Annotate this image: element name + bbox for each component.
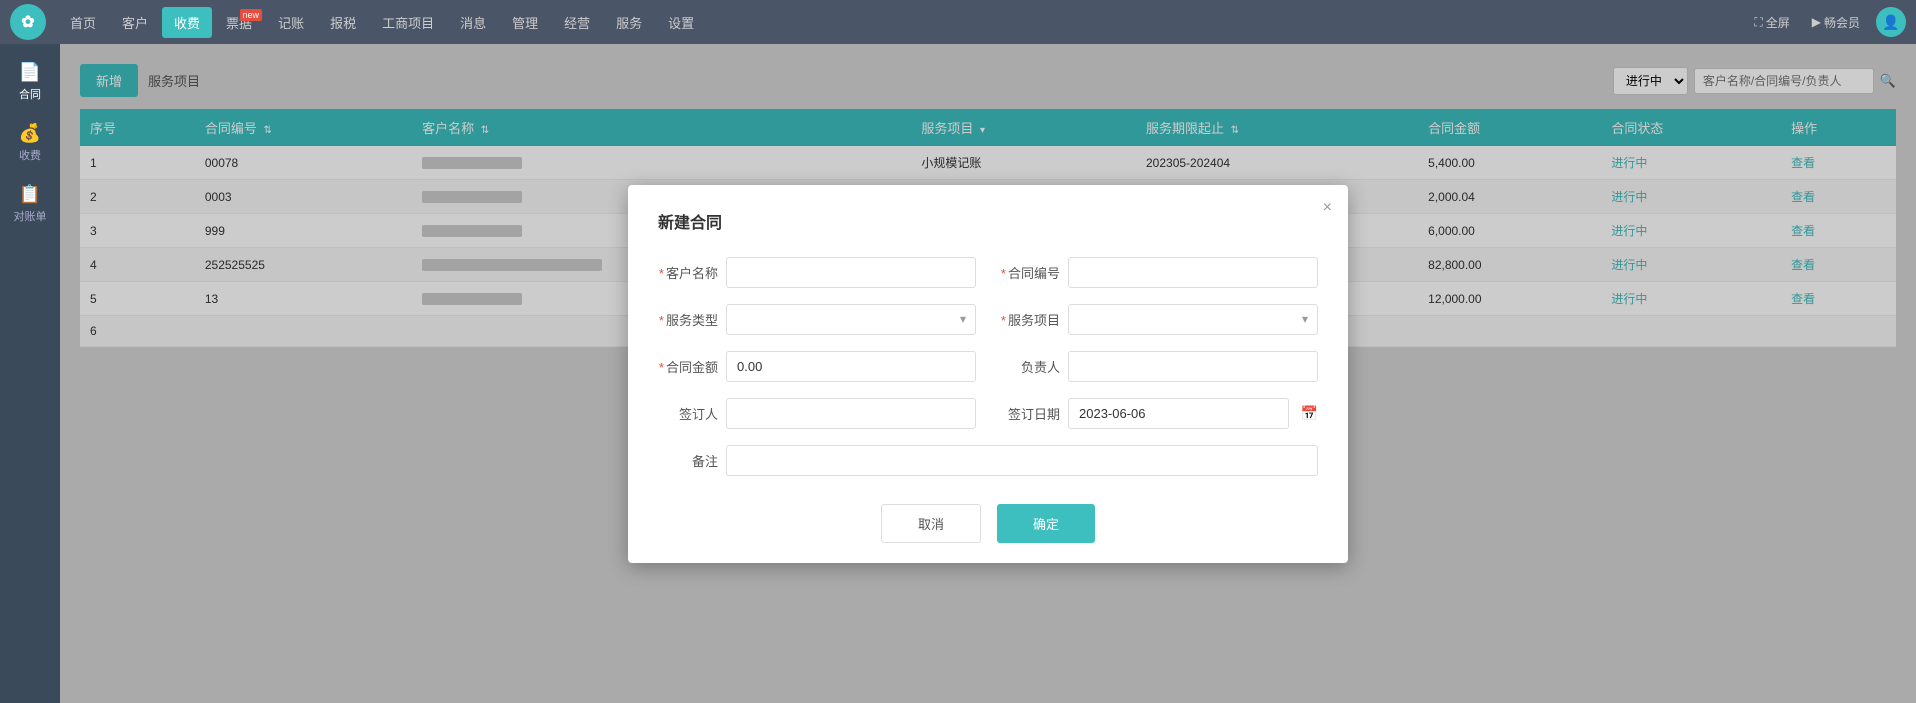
nav-operation[interactable]: 经营 [552, 7, 602, 38]
responsible-label: 负责人 [1000, 357, 1060, 376]
responsible-input[interactable] [1068, 351, 1318, 382]
member-button[interactable]: ▶ 畅会员 [1806, 11, 1866, 34]
nav-bookkeeping[interactable]: 记账 [266, 7, 316, 38]
content-area: 新增 服务项目 进行中 已完成 已取消 🔍 序号 合同编号 ⇅ [60, 44, 1916, 703]
field-remark: 备注 [658, 445, 1318, 476]
modal-title: 新建合同 [658, 209, 1318, 233]
main-layout: 📄 合同 💰 收费 📋 对账单 新增 服务项目 进行中 已完成 已取消 🔍 [0, 44, 1916, 703]
service-type-label: 服务类型 [658, 310, 718, 329]
member-icon: ▶ [1812, 15, 1821, 29]
modal-close-button[interactable]: × [1323, 199, 1332, 217]
new-badge: new [240, 9, 263, 21]
app-logo: ✿ [10, 4, 46, 40]
nav-invoice[interactable]: 票据 new [214, 7, 264, 38]
confirm-button[interactable]: 确定 [997, 504, 1095, 543]
top-navigation: ✿ 首页 客户 收费 票据 new 记账 报税 工商项目 消息 管理 经营 服务… [0, 0, 1916, 44]
nav-service[interactable]: 服务 [604, 7, 654, 38]
contract-icon: 📄 [19, 62, 41, 83]
service-type-wrapper [726, 304, 976, 335]
service-type-select[interactable] [726, 304, 976, 335]
nav-tax[interactable]: 报税 [318, 7, 368, 38]
contract-no-input[interactable] [1068, 257, 1318, 288]
nav-client[interactable]: 客户 [110, 7, 160, 38]
sign-date-input[interactable] [1068, 398, 1289, 429]
sidebar-item-fee[interactable]: 💰 收费 [3, 115, 57, 171]
field-signer: 签订人 [658, 398, 976, 429]
sidebar-item-statement[interactable]: 📋 对账单 [3, 176, 57, 232]
form-grid: 客户名称 合同编号 服务类型 [658, 257, 1318, 476]
avatar[interactable]: 👤 [1876, 7, 1906, 37]
sidebar: 📄 合同 💰 收费 📋 对账单 [0, 44, 60, 703]
statement-icon: 📋 [19, 184, 41, 205]
field-service-type: 服务类型 [658, 304, 976, 335]
signer-input[interactable] [726, 398, 976, 429]
client-name-input[interactable] [726, 257, 976, 288]
modal-footer: 取消 确定 [658, 504, 1318, 543]
field-service-item: 服务项目 [1000, 304, 1318, 335]
fullscreen-label: 全屏 [1766, 14, 1790, 31]
sidebar-item-contract[interactable]: 📄 合同 [3, 54, 57, 110]
fullscreen-button[interactable]: ⛶ 全屏 [1748, 11, 1795, 34]
service-item-select[interactable] [1068, 304, 1318, 335]
nav-settings[interactable]: 设置 [656, 7, 706, 38]
sidebar-item-label-contract: 合同 [19, 86, 41, 102]
amount-label: 合同金额 [658, 357, 718, 376]
field-contract-no: 合同编号 [1000, 257, 1318, 288]
remark-input[interactable] [726, 445, 1318, 476]
nav-home[interactable]: 首页 [58, 7, 108, 38]
nav-biz[interactable]: 工商项目 [370, 7, 446, 38]
modal-overlay: × 新建合同 客户名称 合同编号 服务类型 [60, 44, 1916, 703]
field-amount: 合同金额 [658, 351, 976, 382]
signer-label: 签订人 [658, 404, 718, 423]
new-contract-modal: × 新建合同 客户名称 合同编号 服务类型 [628, 185, 1348, 563]
nav-fee[interactable]: 收费 [162, 7, 212, 38]
sign-date-label: 签订日期 [1000, 404, 1060, 423]
fee-icon: 💰 [19, 123, 41, 144]
nav-admin[interactable]: 管理 [500, 7, 550, 38]
service-item-wrapper [1068, 304, 1318, 335]
remark-label: 备注 [658, 451, 718, 470]
contract-no-label: 合同编号 [1000, 263, 1060, 282]
top-right-tools: ⛶ 全屏 ▶ 畅会员 👤 [1748, 7, 1906, 37]
amount-input[interactable] [726, 351, 976, 382]
cancel-button[interactable]: 取消 [881, 504, 981, 543]
sidebar-item-label-fee: 收费 [19, 147, 41, 163]
member-label: 畅会员 [1824, 14, 1860, 31]
field-client-name: 客户名称 [658, 257, 976, 288]
nav-menu: 首页 客户 收费 票据 new 记账 报税 工商项目 消息 管理 经营 服务 设… [58, 7, 1748, 38]
nav-message[interactable]: 消息 [448, 7, 498, 38]
sidebar-item-label-statement: 对账单 [14, 208, 47, 224]
field-sign-date: 签订日期 📅 [1000, 398, 1318, 429]
service-item-label: 服务项目 [1000, 310, 1060, 329]
client-name-label: 客户名称 [658, 263, 718, 282]
field-responsible: 负责人 [1000, 351, 1318, 382]
fullscreen-icon: ⛶ [1754, 15, 1762, 30]
calendar-icon[interactable]: 📅 [1301, 405, 1318, 422]
